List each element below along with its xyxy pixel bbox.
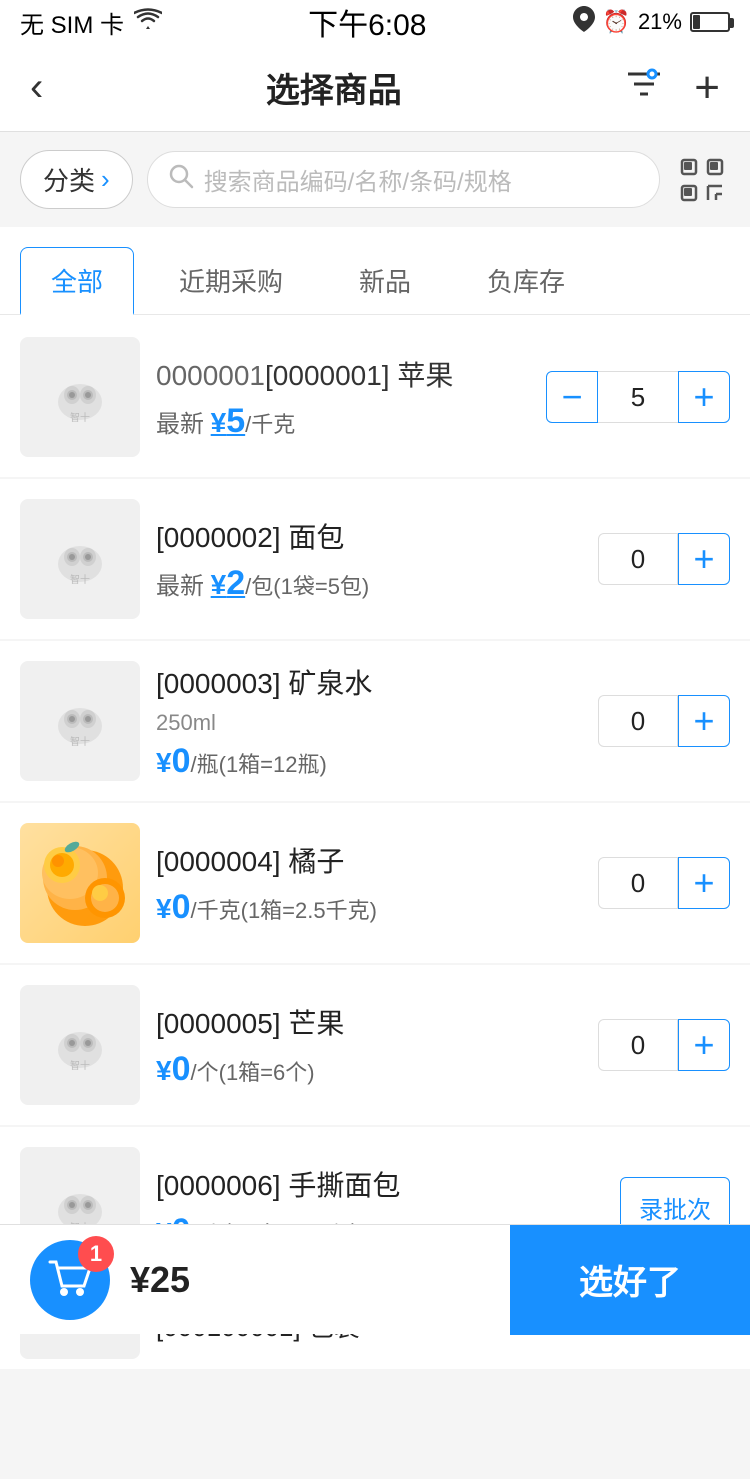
product-image: 智十 xyxy=(20,499,140,619)
product-name: [0000005] 芒果 xyxy=(156,1002,582,1042)
product-controls: + xyxy=(598,533,730,585)
svg-text:智十: 智十 xyxy=(70,573,90,586)
svg-text:智十: 智十 xyxy=(70,735,90,748)
product-name: 0000001[0000001] 苹果 xyxy=(156,354,530,394)
increase-button[interactable]: + xyxy=(678,371,730,423)
product-info: [0000004] 橘子 ¥0/千克(1箱=2.5千克) xyxy=(156,840,582,927)
list-item: 智十 [0000003] 矿泉水 250ml ¥0/瓶(1箱=12瓶) + xyxy=(0,641,750,801)
nav-actions: + xyxy=(624,63,720,113)
filter-bar: 分类 › 搜索商品编码/名称/条码/规格 xyxy=(0,132,750,227)
svg-text:智十: 智十 xyxy=(70,1059,90,1072)
product-price: 最新 ¥5/千克 xyxy=(156,402,530,441)
list-item: 智十 0000001[0000001] 苹果 最新 ¥5/千克 − + xyxy=(0,317,750,477)
product-controls: − + xyxy=(546,371,730,423)
search-placeholder: 搜索商品编码/名称/条码/规格 xyxy=(204,162,512,197)
cart-badge: 1 xyxy=(78,1236,114,1272)
product-name: [0000002] 面包 xyxy=(156,516,582,556)
bottom-bar: 1 ¥25 选好了 xyxy=(0,1224,750,1334)
product-controls: + xyxy=(598,857,730,909)
battery-icon xyxy=(690,12,730,32)
product-info: [0000003] 矿泉水 250ml ¥0/瓶(1箱=12瓶) xyxy=(156,662,582,781)
status-bar: 无 SIM 卡 下午6:08 ⏰ 21% xyxy=(0,0,750,44)
category-chevron: › xyxy=(101,164,110,195)
status-right: ⏰ 21% xyxy=(573,6,730,38)
location-icon xyxy=(573,6,595,38)
back-button[interactable]: ‹ xyxy=(30,65,43,110)
status-time: 下午6:08 xyxy=(308,0,426,44)
add-icon[interactable]: + xyxy=(694,63,720,113)
category-button[interactable]: 分类 › xyxy=(20,150,133,209)
status-left: 无 SIM 卡 xyxy=(20,5,162,40)
confirm-button[interactable]: 选好了 xyxy=(510,1225,750,1335)
product-price: ¥0/瓶(1箱=12瓶) xyxy=(156,742,582,781)
product-info: 0000001[0000001] 苹果 最新 ¥5/千克 xyxy=(156,354,530,441)
alarm-icon: ⏰ xyxy=(603,9,630,35)
search-icon xyxy=(168,163,194,196)
tab-new[interactable]: 新品 xyxy=(328,247,442,314)
cart-icon[interactable]: 1 xyxy=(30,1240,110,1320)
product-spec: 250ml xyxy=(156,710,582,736)
filter-icon[interactable] xyxy=(624,66,664,109)
quantity-input[interactable] xyxy=(598,371,678,423)
svg-text:智十: 智十 xyxy=(70,411,90,424)
cart-section: 1 ¥25 xyxy=(0,1240,510,1320)
product-controls: + xyxy=(598,1019,730,1071)
increase-button[interactable]: + xyxy=(678,533,730,585)
product-name: [0000006] 手撕面包 xyxy=(156,1164,604,1204)
product-info: [0000002] 面包 最新 ¥2/包(1袋=5包) xyxy=(156,516,582,603)
product-image: 智十 xyxy=(20,985,140,1105)
tab-negative[interactable]: 负库存 xyxy=(456,247,596,314)
search-box[interactable]: 搜索商品编码/名称/条码/规格 xyxy=(147,151,660,208)
list-item: [0000004] 橘子 ¥0/千克(1箱=2.5千克) + xyxy=(0,803,750,963)
tab-bar: 全部 近期采购 新品 负库存 xyxy=(0,227,750,315)
quantity-input[interactable] xyxy=(598,533,678,585)
product-image: 智十 xyxy=(20,661,140,781)
page-title: 选择商品 xyxy=(266,63,402,112)
product-image: 智十 xyxy=(20,337,140,457)
increase-button[interactable]: + xyxy=(678,1019,730,1071)
cart-total: ¥25 xyxy=(130,1259,190,1301)
product-name: [0000003] 矿泉水 xyxy=(156,662,582,702)
nav-bar: ‹ 选择商品 + xyxy=(0,44,750,132)
quantity-input[interactable] xyxy=(598,857,678,909)
product-controls: + xyxy=(598,695,730,747)
list-item: 智十 [0000005] 芒果 ¥0/个(1箱=6个) + xyxy=(0,965,750,1125)
tab-recent[interactable]: 近期采购 xyxy=(148,247,314,314)
product-price: ¥0/个(1箱=6个) xyxy=(156,1050,582,1089)
increase-button[interactable]: + xyxy=(678,695,730,747)
product-info: [0000005] 芒果 ¥0/个(1箱=6个) xyxy=(156,1002,582,1089)
category-label: 分类 xyxy=(43,161,95,198)
wifi-icon xyxy=(134,8,162,37)
decrease-button[interactable]: − xyxy=(546,371,598,423)
product-price: ¥0/千克(1箱=2.5千克) xyxy=(156,888,582,927)
increase-button[interactable]: + xyxy=(678,857,730,909)
list-item: 智十 [0000002] 面包 最新 ¥2/包(1袋=5包) + xyxy=(0,479,750,639)
quantity-input[interactable] xyxy=(598,695,678,747)
product-name: [0000004] 橘子 xyxy=(156,840,582,880)
product-image xyxy=(20,823,140,943)
carrier-text: 无 SIM 卡 xyxy=(20,5,124,40)
quantity-input[interactable] xyxy=(598,1019,678,1071)
scan-button[interactable] xyxy=(674,155,730,205)
product-price: 最新 ¥2/包(1袋=5包) xyxy=(156,564,582,603)
battery-text: 21% xyxy=(638,9,682,35)
tab-all[interactable]: 全部 xyxy=(20,247,134,315)
